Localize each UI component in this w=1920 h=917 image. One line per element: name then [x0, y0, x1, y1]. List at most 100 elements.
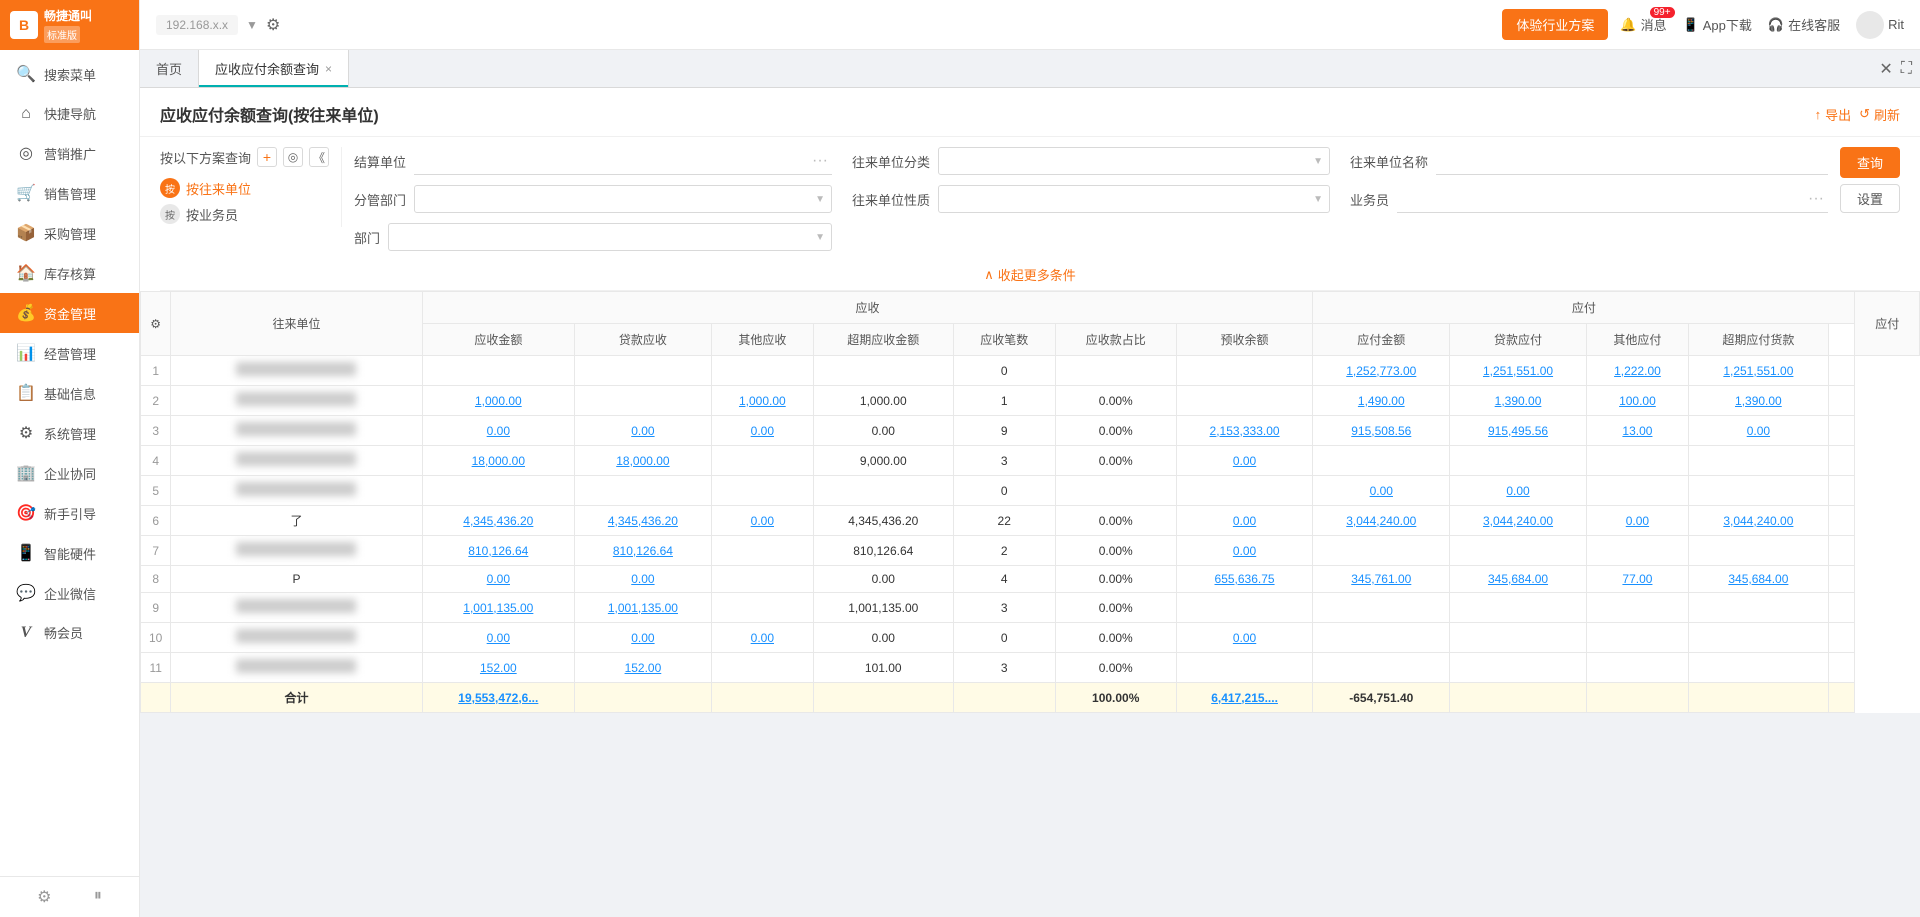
inventory-icon: 🏠: [16, 263, 36, 283]
content-wrapper: 应收应付余额查询(按往来单位) ↑ 导出 ↺ 刷新 按: [140, 88, 1920, 713]
sidebar-item-finance[interactable]: 💰 资金管理: [0, 293, 139, 333]
export-button[interactable]: ↑ 导出: [1815, 105, 1852, 124]
unit-name-input[interactable]: [1436, 147, 1828, 175]
footer-overdue-payable: [1688, 683, 1828, 713]
table-row: 91,001,135.001,001,135.001,001,135.0030.…: [141, 593, 1920, 623]
tab-home[interactable]: 首页: [140, 50, 199, 87]
topbar-dropdown-icon[interactable]: ▼: [246, 18, 258, 32]
dept-chevron-icon: ▼: [815, 194, 825, 205]
footer-empty1: [141, 683, 171, 713]
collapse-btn[interactable]: ∧ 收起更多条件: [984, 265, 1076, 284]
th-receivable-count: 应收笔数: [953, 324, 1055, 356]
user-area[interactable]: Rit: [1856, 11, 1904, 39]
settlement-unit-input[interactable]: ···: [414, 147, 832, 175]
marketing-icon: ◎: [16, 143, 36, 163]
sidebar-item-inventory[interactable]: 🏠 库存核算: [0, 253, 139, 293]
th-payable-suffix: 应付: [1855, 292, 1920, 356]
filter-settlement-unit: 结算单位 ···: [354, 147, 832, 175]
department-select[interactable]: ▼: [388, 223, 832, 251]
page-title: 应收应付余额查询(按往来单位): [160, 102, 379, 126]
solution-button[interactable]: 体验行业方案: [1502, 9, 1608, 40]
edit-filter-btn[interactable]: ◎: [283, 147, 303, 167]
sidebar-item-sales[interactable]: 🛒 销售管理: [0, 173, 139, 213]
sidebar-item-hardware[interactable]: 📱 智能硬件: [0, 533, 139, 573]
sidebar-item-member[interactable]: V 畅会员: [0, 613, 139, 652]
th-receivable-ratio: 应收款占比: [1055, 324, 1176, 356]
topbar-gear-icon[interactable]: ⚙: [266, 15, 280, 35]
filter-unit-nature: 往来单位性质 ▼: [852, 185, 1330, 213]
sidebar-item-operations[interactable]: 📊 经营管理: [0, 333, 139, 373]
table-row: 7810,126.64810,126.64810,126.6420.00%0.0…: [141, 536, 1920, 566]
logo-icon: B: [10, 11, 38, 39]
sidebar-item-wechat[interactable]: 💬 企业微信: [0, 573, 139, 613]
unit-category-select[interactable]: ▼: [938, 147, 1330, 175]
filter-dept: 分管部门 ▼: [354, 185, 832, 213]
avatar: [1856, 11, 1884, 39]
footer-receivable-ratio: 100.00%: [1055, 683, 1176, 713]
filter-section: 按以下方案查询 + ◎ 《 按 按往来单位 按 按业务员: [140, 137, 1920, 259]
th-loan-receivable: 贷款应收: [575, 324, 712, 356]
collapse-filter-btn[interactable]: 《: [309, 147, 329, 167]
sidebar-item-search[interactable]: 🔍 搜索菜单: [0, 54, 139, 94]
sidebar-item-guide[interactable]: 🎯 新手引导: [0, 493, 139, 533]
guide-icon: 🎯: [16, 503, 36, 523]
add-filter-btn[interactable]: +: [257, 147, 277, 167]
th-other-payable: 其他应付: [1586, 324, 1688, 356]
fullscreen-icon[interactable]: ⛶: [1901, 60, 1912, 78]
filter-salesperson: 业务员 ···: [1350, 185, 1828, 213]
sidebar-item-enterprise[interactable]: 🏢 企业协同: [0, 453, 139, 493]
sidebar-item-purchase[interactable]: 📦 采购管理: [0, 213, 139, 253]
export-icon: ↑: [1815, 107, 1822, 122]
close-window-icon[interactable]: ✕: [1879, 59, 1892, 79]
main-area: 192.168.x.x ▼ ⚙ 体验行业方案 🔔 消息 99+ 📱 App下载 …: [140, 0, 1920, 917]
salesperson-input[interactable]: ···: [1397, 185, 1828, 213]
query-button[interactable]: 查询: [1840, 147, 1900, 178]
tabbar: 首页 应收应付余额查询 × ✕ ⛶: [140, 50, 1920, 88]
tab-close-icon[interactable]: ×: [325, 62, 332, 76]
table-row: 500.000.00: [141, 476, 1920, 506]
home-icon: ⌂: [16, 105, 36, 123]
operations-icon: 📊: [16, 343, 36, 363]
sidebar-item-marketing[interactable]: ◎ 营销推广: [0, 133, 139, 173]
footer-advance-balance[interactable]: 6,417,215....: [1176, 683, 1313, 713]
settings-bottom-btn[interactable]: ⚙: [37, 887, 51, 907]
sidebar-item-basic[interactable]: 📋 基础信息: [0, 373, 139, 413]
dept-select[interactable]: ▼: [414, 185, 832, 213]
view-partner-icon: 按: [160, 178, 180, 198]
th-advance-balance: 预收余额: [1176, 324, 1313, 356]
table-container: ⚙ 往来单位 应收 应付 应付 应收金额 贷款应收 其他应收 超期应收金额 应收…: [140, 291, 1920, 713]
th-other-receivable: 其他应收: [711, 324, 813, 356]
purchase-icon: 📦: [16, 223, 36, 243]
filter-fields: 结算单位 ··· 往来单位分类 ▼ 往来单位名称: [354, 147, 1828, 259]
footer-label: 合计: [171, 683, 422, 713]
footer-receivable-count: [953, 683, 1055, 713]
messages-btn[interactable]: 🔔 消息 99+: [1620, 15, 1666, 34]
sidebar-item-system[interactable]: ⚙ 系统管理: [0, 413, 139, 453]
th-receivable-amount: 应收金额: [422, 324, 574, 356]
tab-active[interactable]: 应收应付余额查询 ×: [199, 50, 349, 87]
dots-icon: ···: [812, 152, 828, 170]
data-table: ⚙ 往来单位 应收 应付 应付 应收金额 贷款应收 其他应收 超期应收金额 应收…: [140, 291, 1920, 713]
collapse-btn[interactable]: ⏸: [94, 887, 102, 907]
page-header-actions: ↑ 导出 ↺ 刷新: [1815, 105, 1900, 124]
app-download-btn[interactable]: 📱 App下载: [1683, 15, 1752, 34]
headset-icon: 🎧: [1768, 17, 1784, 33]
settings-button[interactable]: 设置: [1840, 184, 1900, 213]
bell-icon: 🔔: [1620, 17, 1636, 33]
topbar-right: 🔔 消息 99+ 📱 App下载 🎧 在线客服 Rit: [1620, 11, 1904, 39]
unit-nature-select[interactable]: ▼: [938, 185, 1330, 213]
query-label: 按以下方案查询: [160, 148, 251, 167]
service-btn[interactable]: 🎧 在线客服: [1768, 15, 1840, 34]
footer-overdue-receivable: [813, 683, 953, 713]
dept2-chevron-icon: ▼: [815, 232, 825, 243]
table-row: 6了4,345,436.204,345,436.200.004,345,436.…: [141, 506, 1920, 536]
th-settings[interactable]: ⚙: [141, 292, 171, 356]
refresh-button[interactable]: ↺ 刷新: [1859, 105, 1900, 124]
footer-receivable-amount[interactable]: 19,553,472,6...: [422, 683, 574, 713]
view-by-salesperson[interactable]: 按 按业务员: [160, 201, 329, 227]
sidebar-bottom: ⚙ ⏸: [0, 876, 139, 917]
view-by-partner[interactable]: 按 按往来单位: [160, 175, 329, 201]
th-receivable-group: 应收: [422, 292, 1313, 324]
sidebar-item-quick[interactable]: ⌂ 快捷导航: [0, 94, 139, 133]
user-name: Rit: [1888, 17, 1904, 32]
